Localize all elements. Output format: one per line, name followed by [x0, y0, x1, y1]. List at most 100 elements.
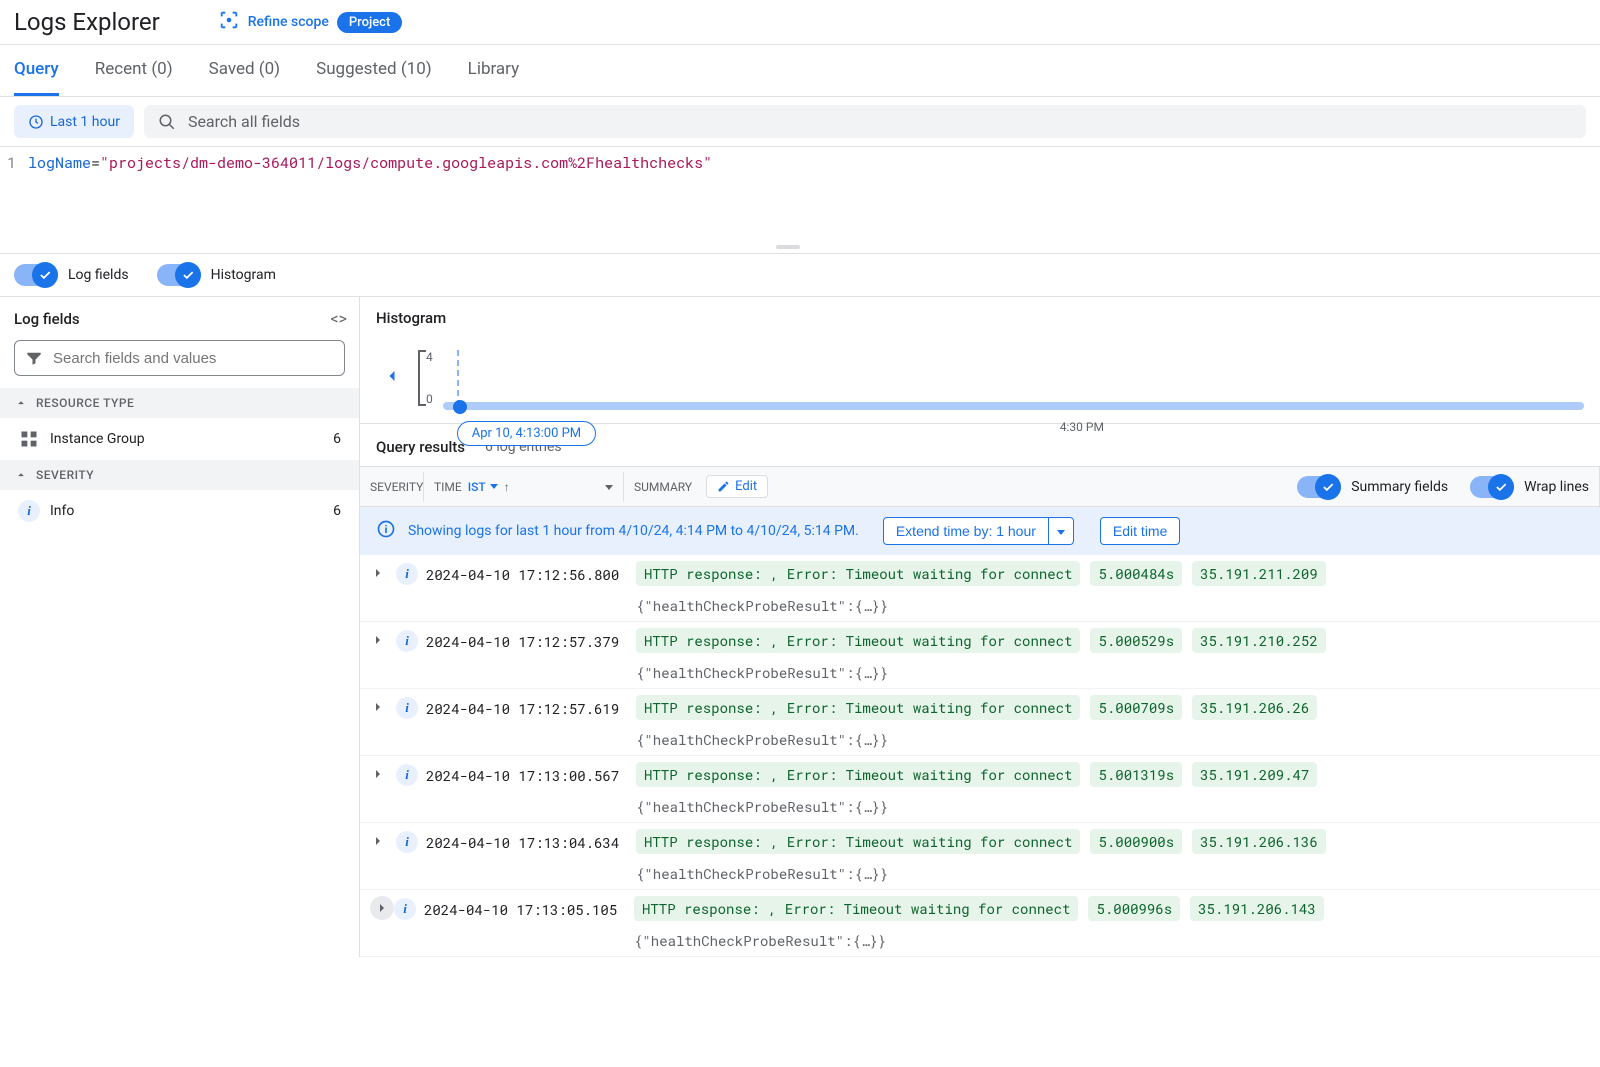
expand-row-button[interactable]: [370, 695, 396, 749]
chip-ip[interactable]: 35.191.206.136: [1192, 829, 1326, 854]
timezone-dropdown[interactable]: IST: [468, 480, 498, 494]
wrap-lines-label: Wrap lines: [1524, 479, 1589, 495]
histogram-title: Histogram: [376, 309, 1584, 327]
histogram-range-bar[interactable]: [443, 402, 1584, 410]
info-icon: i: [394, 898, 416, 920]
tab-suggested[interactable]: Suggested (10): [316, 45, 432, 96]
query-bar: Last 1 hour Search all fields: [0, 97, 1600, 146]
row-summary: HTTP response: , Error: Timeout waiting …: [636, 561, 1590, 615]
chevron-up-icon: [14, 468, 28, 482]
log-row[interactable]: i 2024-04-10 17:13:00.567 HTTP response:…: [360, 756, 1600, 823]
chevron-down-icon: [490, 484, 498, 489]
info-icon: i: [396, 563, 418, 585]
expand-row-button[interactable]: [370, 762, 396, 816]
expand-row-button[interactable]: [370, 628, 396, 682]
row-severity: i: [396, 628, 426, 682]
chip-latency[interactable]: 5.001319s: [1090, 762, 1182, 787]
histogram-marker: [457, 350, 459, 406]
field-instance-group[interactable]: Instance Group 6: [0, 418, 359, 460]
histogram-tick: 4:30 PM: [1060, 420, 1104, 434]
chip-latency[interactable]: 5.000529s: [1090, 628, 1182, 653]
refine-scope-label: Refine scope: [248, 14, 329, 30]
histogram-y-axis: 4 0: [418, 350, 433, 406]
info-icon: i: [396, 764, 418, 786]
chip-ip[interactable]: 35.191.206.26: [1192, 695, 1317, 720]
sort-ascending-button[interactable]: ↑: [504, 480, 510, 494]
tab-recent[interactable]: Recent (0): [95, 45, 173, 96]
chip-message[interactable]: HTTP response: , Error: Timeout waiting …: [636, 762, 1080, 787]
chip-latency[interactable]: 5.000709s: [1090, 695, 1182, 720]
time-options-dropdown[interactable]: [605, 480, 613, 494]
histogram-prev-button[interactable]: [376, 360, 408, 396]
tab-library[interactable]: Library: [468, 45, 519, 96]
log-rows: i 2024-04-10 17:12:56.800 HTTP response:…: [360, 555, 1600, 957]
chip-latency[interactable]: 5.000996s: [1088, 896, 1180, 921]
expand-row-button[interactable]: [370, 829, 396, 883]
pencil-icon: [717, 480, 730, 493]
sidebar-search[interactable]: [14, 340, 345, 376]
sidebar-collapse-button[interactable]: < >: [331, 309, 345, 328]
chip-ip[interactable]: 35.191.211.209: [1192, 561, 1326, 586]
th-summary: SUMMARY Edit Summary fields: [624, 467, 1600, 506]
chip-ip[interactable]: 35.191.210.252: [1192, 628, 1326, 653]
edit-summary-button[interactable]: Edit: [706, 475, 768, 498]
chip-latency[interactable]: 5.000900s: [1090, 829, 1182, 854]
refine-scope-button[interactable]: Refine scope Project: [218, 9, 403, 35]
clock-icon: [28, 114, 44, 130]
query-editor[interactable]: 1 logName="projects/dm-demo-364011/logs/…: [0, 146, 1600, 253]
info-icon: i: [396, 630, 418, 652]
histogram-handle[interactable]: [453, 400, 467, 414]
tab-saved[interactable]: Saved (0): [209, 45, 280, 96]
chip-ip[interactable]: 35.191.209.47: [1192, 762, 1317, 787]
extend-time-dropdown[interactable]: [1049, 517, 1074, 545]
tab-query[interactable]: Query: [14, 45, 59, 96]
log-fields-label: Log fields: [68, 267, 129, 283]
log-row[interactable]: i 2024-04-10 17:12:57.379 HTTP response:…: [360, 622, 1600, 689]
expand-row-button[interactable]: [370, 896, 394, 920]
summary-fields-toggle[interactable]: [1297, 476, 1341, 498]
expand-row-button[interactable]: [370, 561, 396, 615]
edit-time-button[interactable]: Edit time: [1100, 517, 1180, 545]
row-summary: HTTP response: , Error: Timeout waiting …: [636, 829, 1590, 883]
chip-message[interactable]: HTTP response: , Error: Timeout waiting …: [636, 695, 1080, 720]
extend-time-button[interactable]: Extend time by: 1 hour: [883, 517, 1049, 545]
query-text: logName="projects/dm-demo-364011/logs/co…: [28, 153, 712, 173]
chip-message[interactable]: HTTP response: , Error: Timeout waiting …: [634, 896, 1078, 921]
line-number: 1: [0, 153, 28, 173]
resource-type-section[interactable]: RESOURCE TYPE: [0, 388, 359, 418]
row-timestamp: 2024-04-10 17:13:04.634: [426, 829, 636, 883]
chip-message[interactable]: HTTP response: , Error: Timeout waiting …: [636, 829, 1080, 854]
json-preview: {"healthCheckProbeResult":{…}}: [636, 726, 1590, 749]
wrap-lines-toggle[interactable]: [1470, 476, 1514, 498]
row-severity: i: [396, 829, 426, 883]
row-severity: i: [396, 695, 426, 749]
field-info[interactable]: i Info 6: [0, 490, 359, 532]
chip-latency[interactable]: 5.000484s: [1090, 561, 1182, 586]
chip-ip[interactable]: 35.191.206.143: [1190, 896, 1324, 921]
time-range-button[interactable]: Last 1 hour: [14, 105, 134, 138]
json-preview: {"healthCheckProbeResult":{…}}: [636, 659, 1590, 682]
chip-message[interactable]: HTTP response: , Error: Timeout waiting …: [636, 628, 1080, 653]
log-row[interactable]: i 2024-04-10 17:13:05.105 HTTP response:…: [360, 890, 1600, 957]
log-row[interactable]: i 2024-04-10 17:13:04.634 HTTP response:…: [360, 823, 1600, 890]
resize-handle[interactable]: [776, 245, 800, 249]
log-row[interactable]: i 2024-04-10 17:12:57.619 HTTP response:…: [360, 689, 1600, 756]
row-summary: HTTP response: , Error: Timeout waiting …: [636, 762, 1590, 816]
project-badge: Project: [337, 12, 402, 33]
query-results-title: Query results: [376, 438, 465, 456]
row-timestamp: 2024-04-10 17:13:00.567: [426, 762, 636, 816]
sidebar-search-input[interactable]: [53, 350, 334, 367]
row-severity: i: [394, 896, 424, 950]
filter-icon: [25, 349, 43, 367]
row-timestamp: 2024-04-10 17:12:56.800: [426, 561, 636, 615]
info-icon: i: [396, 831, 418, 853]
scope-icon: [218, 9, 240, 35]
search-all-fields[interactable]: Search all fields: [144, 105, 1586, 138]
severity-section[interactable]: SEVERITY: [0, 460, 359, 490]
chip-message[interactable]: HTTP response: , Error: Timeout waiting …: [636, 561, 1080, 586]
log-fields-toggle[interactable]: [14, 264, 58, 286]
histogram-toggle[interactable]: [157, 264, 201, 286]
json-preview: {"healthCheckProbeResult":{…}}: [636, 860, 1590, 883]
log-row[interactable]: i 2024-04-10 17:12:56.800 HTTP response:…: [360, 555, 1600, 622]
histogram-track[interactable]: Apr 10, 4:13:00 PM 4:30 PM: [443, 350, 1584, 406]
